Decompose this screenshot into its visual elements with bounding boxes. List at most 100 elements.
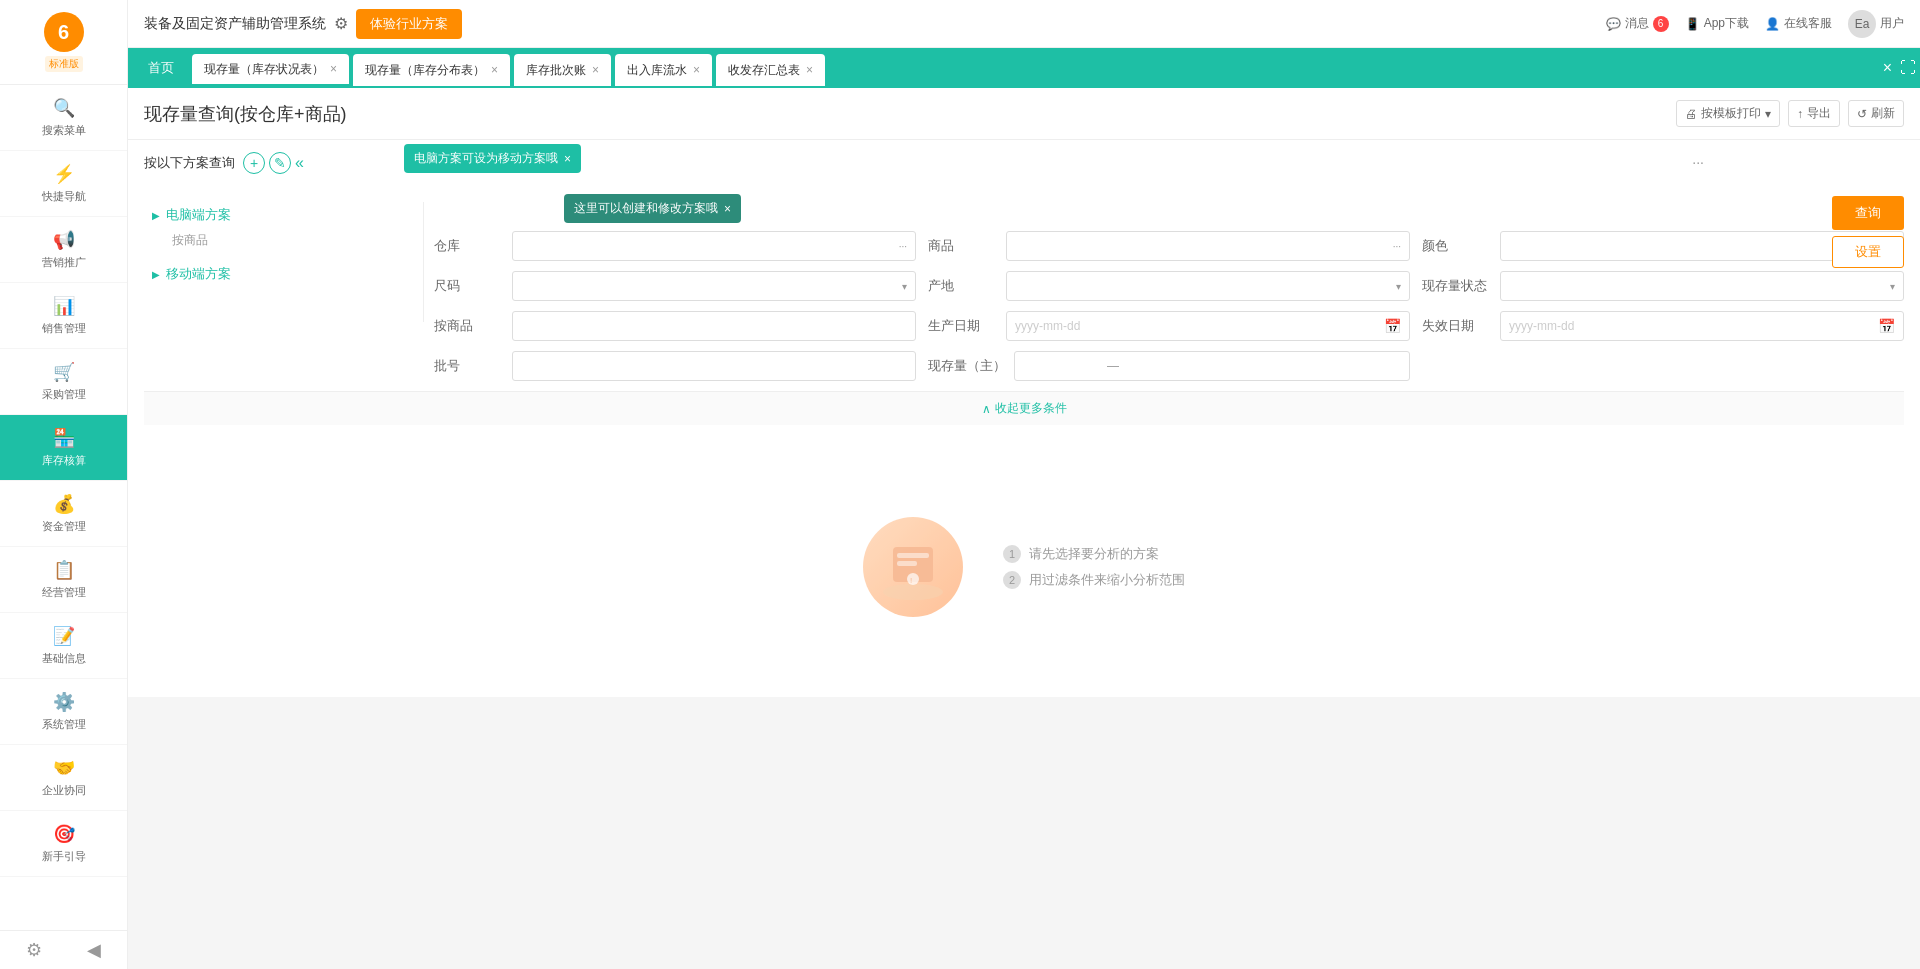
tab-batch-account-close[interactable]: × xyxy=(592,63,599,77)
svg-rect-3 xyxy=(897,561,917,566)
warehouse-label: 仓库 xyxy=(434,237,504,255)
size-dropdown-icon: ▾ xyxy=(902,281,907,292)
sidebar-item-purchase[interactable]: 🛒 采购管理 xyxy=(0,349,127,415)
stock-main-to[interactable] xyxy=(1123,359,1203,373)
refresh-button[interactable]: ↺ 刷新 xyxy=(1848,100,1904,127)
tab-inout-flow[interactable]: 出入库流水 × xyxy=(615,54,712,86)
tab-inventory-status-close[interactable]: × xyxy=(330,62,337,76)
enterprise-icon: 🤝 xyxy=(53,757,75,779)
edit-scheme-button[interactable]: ✎ xyxy=(269,152,291,174)
empty-svg: ! xyxy=(873,527,953,607)
tab-inventory-dist[interactable]: 现存量（库存分布表） × xyxy=(353,54,510,86)
tip-text-1: 请先选择要分析的方案 xyxy=(1029,545,1159,563)
online-service-label: 在线客服 xyxy=(1784,15,1832,32)
app-download-button[interactable]: 📱 App下载 xyxy=(1685,15,1749,32)
stock-main-label: 现存量（主） xyxy=(928,357,1006,375)
svg-point-0 xyxy=(883,584,943,600)
export-button[interactable]: ↑ 导出 xyxy=(1788,100,1840,127)
tab-receipt-summary-close[interactable]: × xyxy=(806,63,813,77)
tab-inout-flow-label: 出入库流水 xyxy=(627,62,687,79)
page-content: 现存量查询(按仓库+商品) 🖨 按模板打印 ▾ ↑ 导出 ↺ 刷新 xyxy=(128,88,1920,969)
stock-status-select[interactable]: ▾ xyxy=(1500,271,1904,301)
sidebar-item-search-menu[interactable]: 🔍 搜索菜单 xyxy=(0,85,127,151)
sidebar-item-marketing[interactable]: 📢 营销推广 xyxy=(0,217,127,283)
expire-date-input[interactable]: yyyy-mm-dd 📅 xyxy=(1500,311,1904,341)
collapse-sidebar-icon[interactable]: ◀ xyxy=(87,939,101,961)
sidebar-item-finance[interactable]: 💰 资金管理 xyxy=(0,481,127,547)
sidebar-logo: 6 标准版 xyxy=(0,0,127,85)
filter-area: 按以下方案查询 + ✎ « 电脑方案可设为移动方案哦 × xyxy=(128,140,1920,437)
basic-info-icon: 📝 xyxy=(53,625,75,647)
warehouse-select[interactable]: ··· xyxy=(512,231,916,261)
collapse-up-icon: ∧ xyxy=(982,402,991,416)
main-area: 装备及固定资产辅助管理系统 ⚙ 体验行业方案 💬 消息 6 📱 App下载 👤 … xyxy=(128,0,1920,969)
print-button[interactable]: 🖨 按模板打印 ▾ xyxy=(1676,100,1780,127)
settings-bottom-icon[interactable]: ⚙ xyxy=(26,939,42,961)
stock-main-range[interactable]: — xyxy=(1014,351,1410,381)
scheme-tooltip-close[interactable]: × xyxy=(564,152,571,166)
sidebar-item-quick-nav[interactable]: ⚡ 快捷导航 xyxy=(0,151,127,217)
origin-select[interactable]: ▾ xyxy=(1006,271,1410,301)
category-select[interactable] xyxy=(512,311,916,341)
mobile-scheme-label: 移动端方案 xyxy=(166,265,231,283)
print-label: 按模板打印 xyxy=(1701,105,1761,122)
sidebar-item-beginner[interactable]: 🎯 新手引导 xyxy=(0,811,127,877)
edit-tooltip-close[interactable]: × xyxy=(724,202,731,216)
tree-item-desktop[interactable]: ▶ 电脑端方案 xyxy=(152,202,423,228)
back-scheme-icon[interactable]: « xyxy=(295,154,304,172)
sidebar-item-basic-info[interactable]: 📝 基础信息 xyxy=(0,613,127,679)
warehouse-dropdown-icon: ··· xyxy=(899,241,907,252)
empty-tip-1: 1 请先选择要分析的方案 xyxy=(1003,545,1185,563)
prod-date-input[interactable]: yyyy-mm-dd 📅 xyxy=(1006,311,1410,341)
stock-main-from[interactable] xyxy=(1023,359,1103,373)
operations-icon: 📋 xyxy=(53,559,75,581)
export-icon: ↑ xyxy=(1797,107,1803,121)
page-title: 现存量查询(按仓库+商品) xyxy=(144,102,347,126)
tab-bar: 首页 现存量（库存状况表） × 现存量（库存分布表） × 库存批次账 × 出入库… xyxy=(128,48,1920,88)
add-scheme-button[interactable]: + xyxy=(243,152,265,174)
size-select[interactable]: ▾ xyxy=(512,271,916,301)
user-avatar: Ea xyxy=(1848,10,1876,38)
empty-tips: 1 请先选择要分析的方案 2 用过滤条件来缩小分析范围 xyxy=(1003,545,1185,589)
tree-goods-label: 按商品 xyxy=(152,228,423,249)
sidebar-item-enterprise[interactable]: 🤝 企业协同 xyxy=(0,745,127,811)
svg-point-4 xyxy=(907,573,919,585)
filter-header: 按以下方案查询 + ✎ « xyxy=(144,152,304,174)
schema-tree: ▶ 电脑端方案 按商品 ▶ 移动端方案 xyxy=(144,202,424,322)
user-button[interactable]: Ea 用户 xyxy=(1848,10,1904,38)
set-button[interactable]: 设置 xyxy=(1832,236,1904,268)
batch-input[interactable] xyxy=(512,351,916,381)
filter-row-3: 按商品 生产日期 yyyy-mm-dd 📅 xyxy=(434,311,1904,341)
tab-inout-flow-close[interactable]: × xyxy=(693,63,700,77)
more-options-icon[interactable]: ··· xyxy=(1692,154,1704,170)
service-icon: 👤 xyxy=(1765,17,1780,31)
tab-home[interactable]: 首页 xyxy=(132,48,190,88)
system-settings-icon[interactable]: ⚙ xyxy=(334,14,348,33)
search-button[interactable]: 查询 xyxy=(1832,196,1904,230)
search-menu-icon: 🔍 xyxy=(53,97,75,119)
tab-maximize-icon[interactable]: ⛶ xyxy=(1900,59,1916,77)
sidebar-item-label: 快捷导航 xyxy=(42,189,86,204)
filter-fields-area: 仓库 ··· 商品 ··· 颜色 xyxy=(434,231,1904,381)
collapse-button[interactable]: ∧ 收起更多条件 xyxy=(982,400,1067,417)
sidebar-item-label: 经营管理 xyxy=(42,585,86,600)
sidebar-item-operations[interactable]: 📋 经营管理 xyxy=(0,547,127,613)
stock-status-dropdown-icon: ▾ xyxy=(1890,281,1895,292)
refresh-label: 刷新 xyxy=(1871,105,1895,122)
color-label: 颜色 xyxy=(1422,237,1492,255)
online-service-button[interactable]: 👤 在线客服 xyxy=(1765,15,1832,32)
tab-batch-account[interactable]: 库存批次账 × xyxy=(514,54,611,86)
sidebar-item-sales[interactable]: 📊 销售管理 xyxy=(0,283,127,349)
tab-inventory-status[interactable]: 现存量（库存状况表） × xyxy=(192,54,349,86)
goods-select[interactable]: ··· xyxy=(1006,231,1410,261)
tree-item-mobile[interactable]: ▶ 移动端方案 xyxy=(152,261,423,287)
sidebar-item-inventory[interactable]: 🏪 库存核算 xyxy=(0,415,127,481)
tab-close-all-icon[interactable]: × xyxy=(1883,59,1892,77)
tab-receipt-summary[interactable]: 收发存汇总表 × xyxy=(716,54,825,86)
tab-inventory-dist-close[interactable]: × xyxy=(491,63,498,77)
expire-date-label: 失效日期 xyxy=(1422,317,1492,335)
message-button[interactable]: 💬 消息 6 xyxy=(1606,15,1669,32)
sidebar-item-system[interactable]: ⚙️ 系统管理 xyxy=(0,679,127,745)
sidebar-item-label: 营销推广 xyxy=(42,255,86,270)
industry-button[interactable]: 体验行业方案 xyxy=(356,9,462,39)
